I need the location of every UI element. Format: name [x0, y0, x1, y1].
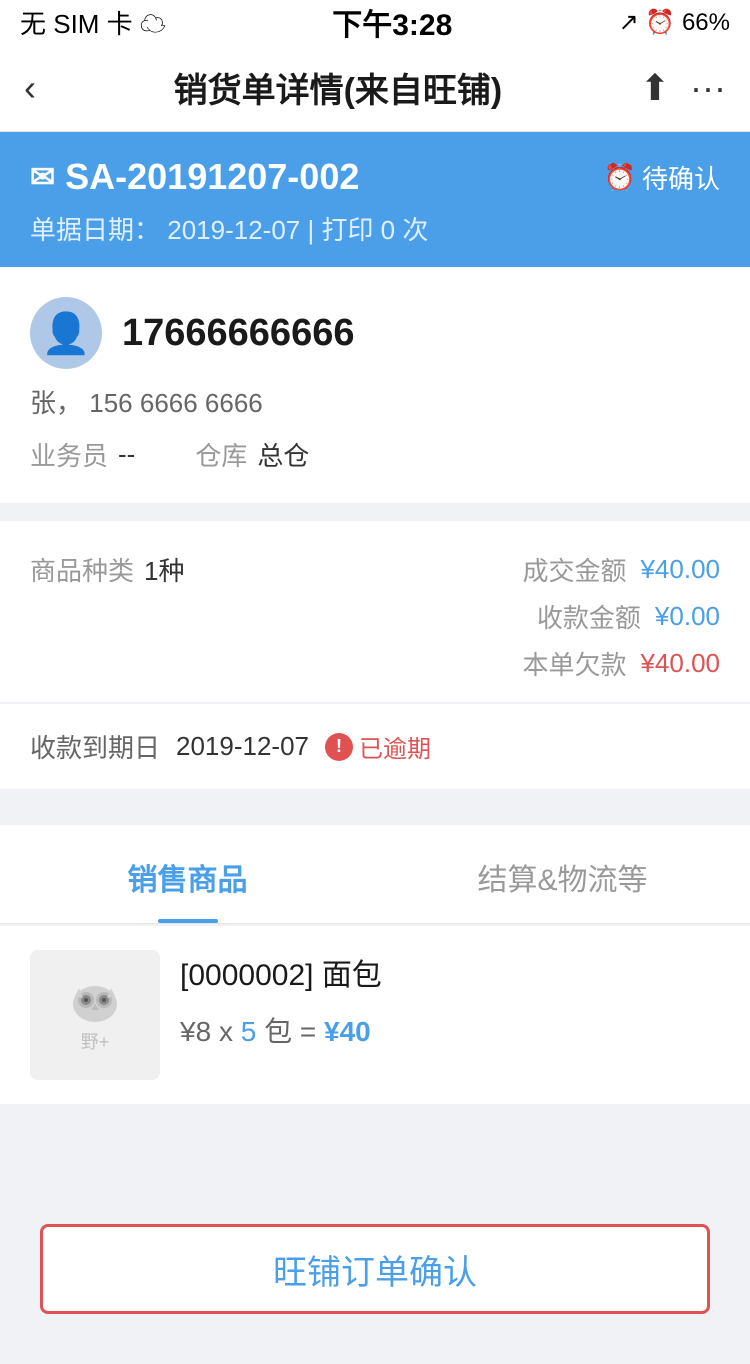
tab-products-label: 销售商品	[128, 864, 248, 897]
order-id-text: SA-20191207-002	[65, 156, 359, 198]
nav-left: ‹	[24, 67, 36, 109]
customer-name: 张	[30, 388, 56, 418]
warehouse-item: 仓库 总仓	[195, 436, 309, 473]
received-amount: 收款金额 ¥0.00	[522, 598, 720, 635]
status-left: 无 SIM 卡 ☁	[20, 4, 166, 41]
types-label: 商品种类	[30, 551, 134, 588]
customer-row: 👤 17666666666	[30, 297, 720, 369]
product-brand-label: 野+	[81, 1028, 110, 1054]
customer-meta: 业务员 -- 仓库 总仓	[30, 436, 720, 473]
status-clock-icon: ⏰	[604, 162, 636, 193]
equals-sign: =	[300, 1016, 324, 1047]
product-name: [0000002] 面包	[180, 950, 720, 994]
customer-alt-phone: 156 6666 6666	[89, 388, 263, 418]
product-code: [0000002]	[180, 959, 313, 992]
customer-section: 👤 17666666666 张， 156 6666 6666 业务员 -- 仓库…	[0, 267, 750, 503]
status-bar: 无 SIM 卡 ☁ 下午3:28 ↗ ⏰ 66%	[0, 0, 750, 44]
owed-amount: 本单欠款 ¥40.00	[522, 645, 720, 682]
status-time: 下午3:28	[332, 0, 452, 44]
order-date: 单据日期： 2019-12-07 | 打印 0 次	[30, 210, 720, 247]
due-label: 收款到期日	[30, 728, 160, 765]
customer-phone: 17666666666	[122, 312, 354, 355]
product-thumbnail: 野+	[30, 950, 160, 1080]
tab-settlement-label: 结算&物流等	[477, 864, 647, 897]
divider-1	[0, 503, 750, 521]
owed-label: 本单欠款	[522, 645, 626, 682]
multiply-sign: x	[219, 1016, 241, 1047]
order-header: ✉ SA-20191207-002 ⏰ 待确认 单据日期： 2019-12-07…	[0, 132, 750, 267]
customer-name-info: 张， 156 6666 6666	[30, 383, 720, 420]
salesperson-value: --	[118, 439, 135, 470]
tabs-section: 销售商品 结算&物流等	[0, 825, 750, 924]
summary-section: 商品种类 1种 成交金额 ¥40.00 收款金额 ¥0.00 本单欠款 ¥40.…	[0, 521, 750, 702]
product-total: ¥40	[324, 1016, 371, 1047]
confirm-button[interactable]: 旺铺订单确认	[40, 1224, 710, 1314]
product-qty: 5	[241, 1016, 257, 1047]
product-title: 面包	[322, 959, 382, 992]
order-status: ⏰ 待确认	[604, 159, 720, 196]
nav-bar: ‹ 销货单详情(来自旺铺) ⬆ ···	[0, 44, 750, 132]
divider-2	[0, 789, 750, 807]
tab-settlement[interactable]: 结算&物流等	[375, 825, 750, 923]
received-label: 收款金额	[537, 598, 641, 635]
due-section: 收款到期日 2019-12-07 ! 已逾期	[0, 704, 750, 789]
confirm-button-label: 旺铺订单确认	[273, 1245, 477, 1294]
product-thumb-inner: 野+	[65, 976, 125, 1054]
due-date-value: 2019-12-07	[176, 731, 309, 762]
order-id: ✉ SA-20191207-002	[30, 156, 359, 198]
sim-status: 无 SIM 卡 ☁	[20, 4, 166, 41]
product-price: ¥8 x 5 包 = ¥40	[180, 1010, 720, 1050]
owed-value: ¥40.00	[640, 648, 720, 679]
deal-amount-label: 成交金额	[522, 551, 626, 588]
status-icons: ↗ ⏰ 66%	[619, 8, 730, 37]
nav-right: ⬆ ···	[640, 67, 726, 109]
order-icon: ✉	[30, 160, 55, 195]
back-button[interactable]: ‹	[24, 67, 36, 109]
overdue-icon: !	[325, 733, 353, 761]
tab-underline	[158, 919, 218, 923]
product-section: 野+ [0000002] 面包 ¥8 x 5 包 = ¥40	[0, 926, 750, 1104]
overdue-text: 已逾期	[359, 729, 431, 764]
types-value: 1种	[144, 551, 184, 588]
status-text: 待确认	[642, 159, 720, 196]
product-item: 野+ [0000002] 面包 ¥8 x 5 包 = ¥40	[30, 950, 720, 1080]
deal-amount-value: ¥40.00	[640, 554, 720, 585]
salesperson-item: 业务员 --	[30, 436, 135, 473]
warehouse-label: 仓库	[195, 436, 247, 473]
product-unit: 包	[264, 1016, 292, 1047]
confirm-btn-wrapper: 旺铺订单确认	[0, 1204, 750, 1334]
avatar: 👤	[30, 297, 102, 369]
summary-right: 成交金额 ¥40.00 收款金额 ¥0.00 本单欠款 ¥40.00	[522, 551, 720, 682]
summary-left: 商品种类 1种	[30, 551, 184, 588]
order-date-label: 单据日期：	[30, 215, 160, 245]
product-types: 商品种类 1种	[30, 551, 184, 588]
salesperson-label: 业务员	[30, 436, 108, 473]
warehouse-value: 总仓	[257, 436, 309, 473]
tab-products[interactable]: 销售商品	[0, 825, 375, 923]
product-info: [0000002] 面包 ¥8 x 5 包 = ¥40	[180, 950, 720, 1050]
avatar-icon: 👤	[41, 310, 91, 357]
status-right: ↗ ⏰ 66%	[619, 8, 730, 37]
more-icon[interactable]: ···	[690, 67, 726, 109]
nav-title: 销货单详情(来自旺铺)	[174, 63, 503, 112]
received-value: ¥0.00	[655, 601, 720, 632]
deal-amount: 成交金额 ¥40.00	[522, 551, 720, 588]
order-print-info: | 打印 0 次	[307, 215, 428, 245]
unit-price: ¥8	[180, 1016, 211, 1047]
share-icon[interactable]: ⬆	[640, 67, 670, 109]
order-date-value: 2019-12-07	[167, 215, 300, 245]
overdue-badge: ! 已逾期	[325, 729, 431, 764]
owl-svg-icon	[65, 976, 125, 1026]
